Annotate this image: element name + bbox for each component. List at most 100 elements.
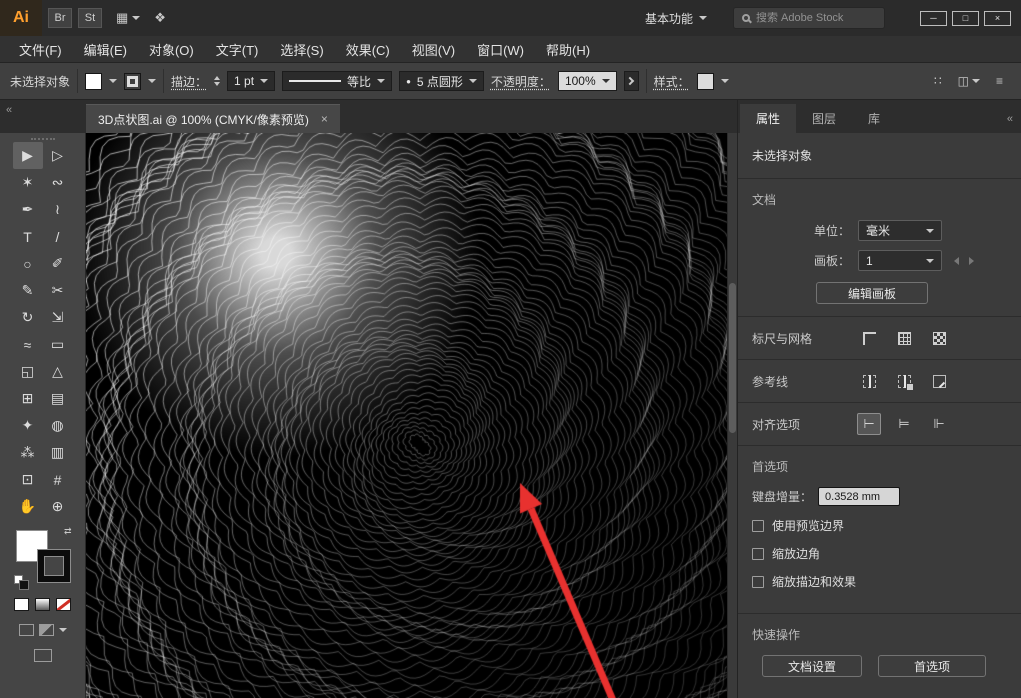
artboard-tool[interactable]: ⊡ [13,466,43,493]
zoom-tool[interactable]: ⊕ [43,493,73,520]
scissors-tool[interactable]: ✂ [43,277,73,304]
show-rulers-button[interactable] [857,327,881,349]
rotate-tool[interactable]: ↻ [13,304,43,331]
keyboard-increment-field[interactable]: 0.3528 mm [818,487,901,506]
menu-item[interactable]: 效果(C) [335,40,401,59]
opacity-label[interactable]: 不透明度： [491,73,551,90]
gradient-tool[interactable]: ▤ [43,385,73,412]
checkbox-box[interactable] [752,519,764,532]
arrange-documents-button[interactable]: ▦ [116,10,141,26]
screen-mode-button[interactable] [33,649,52,662]
stock-search-box[interactable] [733,7,885,29]
panel-tab[interactable]: 图层 [796,104,852,133]
chevron-down-icon[interactable] [148,79,157,83]
preference-checkbox[interactable]: 使用预览边界 [752,517,1007,534]
stroke-weight-dropdown[interactable]: 1 pt [227,71,276,91]
artwork-canvas[interactable] [86,133,737,698]
paintbrush-tool[interactable]: ✐ [43,250,73,277]
width-profile-dropdown[interactable]: 等比 [282,71,393,91]
style-swatch[interactable] [696,72,714,90]
search-input[interactable] [756,12,876,24]
checkbox-box[interactable] [752,547,764,560]
edit-artboards-button[interactable]: 编辑画板 [816,282,928,304]
vertical-scrollbar[interactable] [727,133,737,698]
snap-to-pixel-icon[interactable]: ⊢ [857,413,881,435]
swap-fill-stroke-icon[interactable]: ⇄ [64,526,72,537]
step-down-icon[interactable] [214,82,221,86]
stock-button[interactable]: St [78,8,102,28]
workspace-switcher[interactable]: 基本功能 [645,10,707,27]
mesh-tool[interactable]: ⊞ [13,385,43,412]
menu-item[interactable]: 文字(T) [205,40,270,59]
hand-tool[interactable]: ✋ [13,493,43,520]
checkbox-box[interactable] [752,575,764,588]
snap-to-point-icon[interactable]: ⊩ [927,413,951,435]
gradient-button[interactable] [35,598,50,611]
menu-item[interactable]: 帮助(H) [535,40,601,59]
menu-item[interactable]: 对象(O) [138,40,205,59]
column-graph-tool[interactable]: ▥ [43,439,73,466]
stroke-weight-label[interactable]: 描边： [171,73,207,90]
eyedropper-tool[interactable]: ✦ [13,412,43,439]
snap-to-grid-icon[interactable]: ⊨ [892,413,916,435]
shape-builder-tool[interactable]: ◱ [13,358,43,385]
close-tab-icon[interactable]: × [321,112,328,126]
unit-dropdown[interactable]: 毫米 [858,220,942,241]
artboard-dropdown[interactable]: 1 [858,250,942,271]
chevron-down-icon[interactable] [58,628,67,632]
magic-wand-tool[interactable]: ✶ [13,169,43,196]
preference-checkbox[interactable]: 缩放边角 [752,545,1007,562]
select-similar-icon[interactable]: ∷ [934,74,942,88]
stroke-color-swatch[interactable] [124,72,142,90]
chevron-down-icon[interactable] [720,79,729,83]
preferences-button[interactable]: 首选项 [878,655,986,677]
transparency-grid-button[interactable] [927,327,951,349]
panel-grip[interactable] [30,138,55,140]
maximize-button[interactable]: □ [952,10,979,26]
show-grid-button[interactable] [892,327,916,349]
pencil-tool[interactable]: ✎ [13,277,43,304]
width-tool[interactable]: ≈ [13,331,43,358]
lasso-tool[interactable]: ∾ [43,169,73,196]
draw-normal-icon[interactable] [18,624,34,636]
preference-checkbox[interactable]: 缩放描边和效果 [752,573,1007,590]
dock-options-button[interactable]: ◫ [958,74,980,88]
perspective-grid-tool[interactable]: △ [43,358,73,385]
collapse-panel-icon[interactable]: « [1007,113,1021,133]
default-fill-stroke-icon[interactable] [13,575,29,590]
step-up-icon[interactable] [214,76,221,80]
document-setup-button[interactable]: 文档设置 [762,655,862,677]
symbol-sprayer-tool[interactable]: ⁂ [13,439,43,466]
document-tab[interactable]: 3D点状图.ai @ 100% (CMYK/像素预览) × [86,104,340,133]
lock-guides-button[interactable] [892,370,916,392]
menu-item[interactable]: 窗口(W) [466,40,535,59]
close-button[interactable]: × [984,10,1011,26]
line-segment-tool[interactable]: / [43,223,73,250]
ellipse-tool[interactable]: ○ [13,250,43,277]
opacity-dropdown[interactable]: 100% [557,71,617,91]
brush-dropdown[interactable]: ● 5 点圆形 [399,71,484,91]
menu-item[interactable]: 视图(V) [401,40,466,59]
stroke-swatch[interactable] [36,549,71,583]
panel-tab[interactable]: 库 [852,104,896,133]
pen-tool[interactable]: ✒ [13,196,43,223]
menu-item[interactable]: 文件(F) [8,40,73,59]
stroke-weight-stepper[interactable] [214,76,221,86]
chevron-down-icon[interactable] [109,79,118,83]
scrollbar-thumb[interactable] [729,283,736,433]
direct-selection-tool[interactable]: ▷ [43,142,73,169]
minimize-button[interactable]: ─ [920,10,947,26]
curvature-tool[interactable]: ≀ [43,196,73,223]
panel-menu-icon[interactable]: ≡ [996,74,1003,88]
style-label[interactable]: 样式： [654,73,690,90]
touch-workspace-button[interactable]: ❖ [154,10,166,26]
bridge-button[interactable]: Br [48,8,72,28]
selection-tool[interactable]: ▶ [12,142,43,169]
show-guides-button[interactable] [857,370,881,392]
previous-artboard-icon[interactable] [954,256,959,265]
type-tool[interactable]: T [13,223,43,250]
collapse-tools-icon[interactable]: « [6,104,12,116]
panel-tab[interactable]: 属性 [740,104,797,133]
color-button[interactable] [14,598,29,611]
smart-guides-button[interactable] [927,370,951,392]
